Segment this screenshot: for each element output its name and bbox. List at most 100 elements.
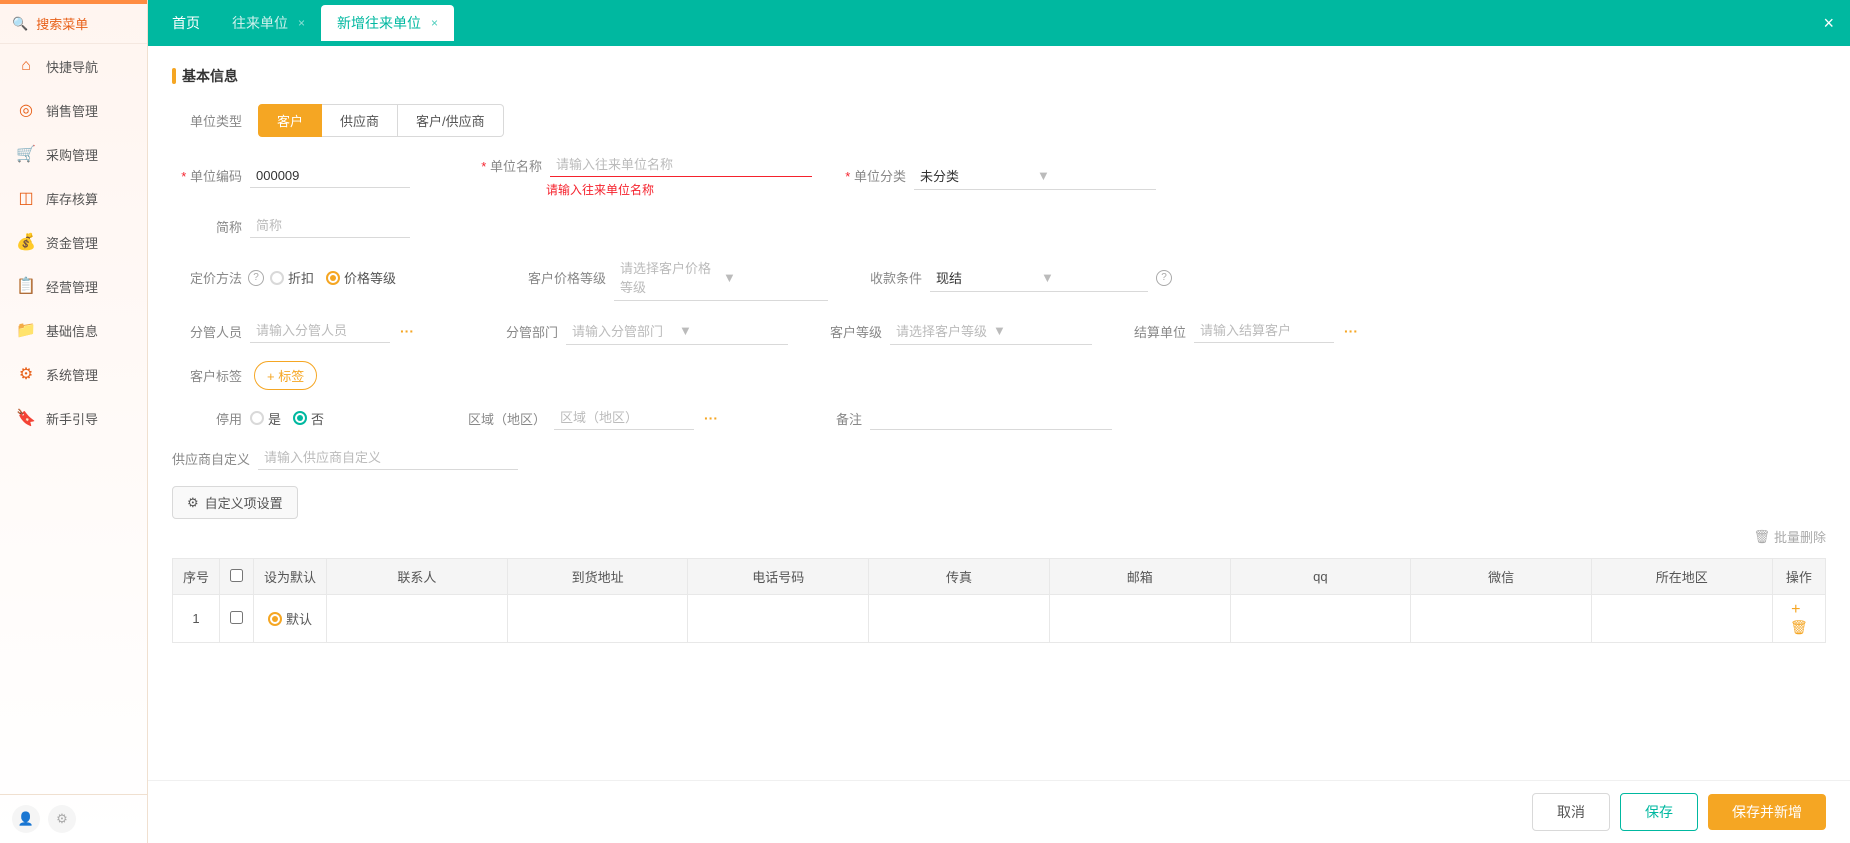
tab-home[interactable]: 首页 <box>156 5 216 41</box>
sidebar-item-operations[interactable]: 📋 经营管理 <box>0 264 147 308</box>
region-input[interactable] <box>554 406 694 430</box>
customer-price-level-select[interactable]: 请选择客户价格等级 ▼ <box>614 254 828 301</box>
row-fax-input[interactable] <box>879 607 1039 630</box>
customer-level-select[interactable]: 请选择客户等级 ▼ <box>890 317 1092 345</box>
manager-input[interactable] <box>250 319 390 343</box>
custom-settings-button[interactable]: ⚙ 自定义项设置 <box>172 486 298 519</box>
contacts-table: 序号 设为默认 联系人 到货地址 电话号码 传真 邮箱 qq 微信 所在地区 操… <box>172 558 1826 643</box>
settlement-more-btn[interactable]: ··· <box>1342 323 1360 339</box>
pricing-method-radios: 折扣 价格等级 <box>270 268 396 287</box>
row-address-input[interactable] <box>518 607 678 630</box>
tab-partners[interactable]: 往来单位 × <box>216 5 321 41</box>
sales-icon: ◎ <box>16 100 36 120</box>
disabled-radios: 是 否 <box>250 409 324 428</box>
sidebar-item-finance[interactable]: 💰 资金管理 <box>0 220 147 264</box>
customer-level-label: 客户等级 <box>812 322 882 341</box>
tab-bar: 首页 往来单位 × 新增往来单位 × × <box>148 0 1850 46</box>
remarks-input[interactable] <box>870 406 1112 430</box>
gear-icon-small: ⚙ <box>187 495 199 511</box>
row-email-input[interactable] <box>1060 607 1220 630</box>
sidebar-item-quick-nav[interactable]: ⌂ 快捷导航 <box>0 44 147 88</box>
sidebar-item-inventory[interactable]: ◫ 库存核算 <box>0 176 147 220</box>
user-icon[interactable]: 👤 <box>12 805 40 833</box>
table-header-row: 序号 设为默认 联系人 到货地址 电话号码 传真 邮箱 qq 微信 所在地区 操… <box>173 559 1826 595</box>
window-close-button[interactable]: × <box>1815 13 1842 34</box>
row-region-input[interactable] <box>1602 607 1762 630</box>
manager-row: 分管人员 ··· 分管部门 请输入分管部门 ▼ 客户等级 请选择客户等级 ▼ <box>172 317 1826 345</box>
tab-new-partner[interactable]: 新增往来单位 × <box>321 5 454 41</box>
sidebar-item-system[interactable]: ⚙ 系统管理 <box>0 352 147 396</box>
manager-more-btn[interactable]: ··· <box>398 323 416 339</box>
payment-question-icon[interactable]: ? <box>1156 270 1172 286</box>
batch-delete-button[interactable]: 🗑 批量删除 <box>1753 527 1826 546</box>
row-wechat-cell <box>1411 595 1592 643</box>
system-icon: ⚙ <box>16 364 36 384</box>
short-name-input[interactable] <box>250 214 410 238</box>
radio-discount[interactable]: 折扣 <box>270 268 314 287</box>
radio-yes[interactable]: 是 <box>250 409 281 428</box>
row-checkbox[interactable] <box>230 611 243 624</box>
btn-supplier[interactable]: 供应商 <box>322 104 398 137</box>
customer-level-placeholder: 请选择客户等级 <box>896 321 989 340</box>
sidebar-search-label: 搜索菜单 <box>36 14 88 33</box>
pricing-row: 定价方法 ? 折扣 价格等级 客户价格等级 请选择客户价格等级 <box>172 254 1826 301</box>
unit-name-input[interactable] <box>550 153 812 177</box>
unit-type-buttons: 客户 供应商 客户/供应商 <box>258 104 504 137</box>
settings-icon-small[interactable]: ⚙ <box>48 805 76 833</box>
unit-code-input[interactable] <box>250 164 410 188</box>
settlement-unit-input[interactable] <box>1194 319 1334 343</box>
unit-category-value: 未分类 <box>920 166 1033 185</box>
btn-customer[interactable]: 客户 <box>258 104 322 137</box>
department-select[interactable]: 请输入分管部门 ▼ <box>566 317 788 345</box>
row-phone-input[interactable] <box>698 607 858 630</box>
page-content: 基本信息 单位类型 客户 供应商 客户/供应商 * 单位编码 <box>148 46 1850 780</box>
select-all-checkbox[interactable] <box>230 569 243 582</box>
cancel-button[interactable]: 取消 <box>1532 793 1610 831</box>
radio-no[interactable]: 否 <box>293 409 324 428</box>
unit-name-label: * 单位名称 <box>472 156 542 175</box>
row-default-radio[interactable]: 默认 <box>264 609 316 628</box>
sidebar-item-label: 经营管理 <box>46 277 98 296</box>
add-tag-button[interactable]: + 标签 <box>254 361 317 390</box>
sidebar-item-sales[interactable]: ◎ 销售管理 <box>0 88 147 132</box>
sidebar-search[interactable]: 🔍 搜索菜单 <box>0 4 147 44</box>
row-default-label: 默认 <box>286 609 312 628</box>
chevron-down-icon-4: ▼ <box>679 323 782 338</box>
supplier-custom-input[interactable] <box>258 446 518 470</box>
radio-price-level[interactable]: 价格等级 <box>326 268 396 287</box>
sidebar-item-basic[interactable]: 📁 基础信息 <box>0 308 147 352</box>
unit-code-label: * 单位编码 <box>172 166 242 185</box>
row-contact-input[interactable] <box>337 607 497 630</box>
radio-discount-label: 折扣 <box>288 268 314 287</box>
radio-no-circle <box>293 411 307 425</box>
row-actions-cell: + 🗑 <box>1772 595 1825 643</box>
btn-both[interactable]: 客户/供应商 <box>398 104 504 137</box>
col-checkbox <box>220 559 254 595</box>
row-region-cell <box>1591 595 1772 643</box>
tab-new-partner-close[interactable]: × <box>431 16 438 30</box>
region-more-btn[interactable]: ··· <box>702 410 720 426</box>
guide-icon: 🔖 <box>16 408 36 428</box>
payment-terms-select[interactable]: 现结 ▼ <box>930 264 1148 292</box>
row-delete-button[interactable]: 🗑 <box>1790 619 1808 635</box>
customer-price-level-placeholder: 请选择客户价格等级 <box>620 258 719 296</box>
chevron-down-icon-5: ▼ <box>993 323 1086 338</box>
payment-terms-label: 收款条件 <box>852 268 922 287</box>
unit-category-select[interactable]: 未分类 ▼ <box>914 162 1156 190</box>
sidebar-item-purchase[interactable]: 🛒 采购管理 <box>0 132 147 176</box>
row-wechat-input[interactable] <box>1421 607 1581 630</box>
save-and-new-button[interactable]: 保存并新增 <box>1708 794 1826 830</box>
batch-delete-label: 批量删除 <box>1774 527 1826 546</box>
row-add-button[interactable]: + <box>1791 601 1800 618</box>
pricing-question-icon[interactable]: ? <box>248 270 264 286</box>
tab-partners-close[interactable]: × <box>298 16 305 30</box>
unit-type-row: 单位类型 客户 供应商 客户/供应商 <box>172 104 1826 137</box>
sidebar-item-guide[interactable]: 🔖 新手引导 <box>0 396 147 440</box>
row-fax-cell <box>869 595 1050 643</box>
trash-icon: 🗑 <box>1753 529 1770 545</box>
pricing-method-label: 定价方法 <box>172 268 242 287</box>
table-row: 1 默认 <box>173 595 1826 643</box>
disabled-label: 停用 <box>172 409 242 428</box>
save-button[interactable]: 保存 <box>1620 793 1698 831</box>
row-qq-input[interactable] <box>1241 607 1401 630</box>
